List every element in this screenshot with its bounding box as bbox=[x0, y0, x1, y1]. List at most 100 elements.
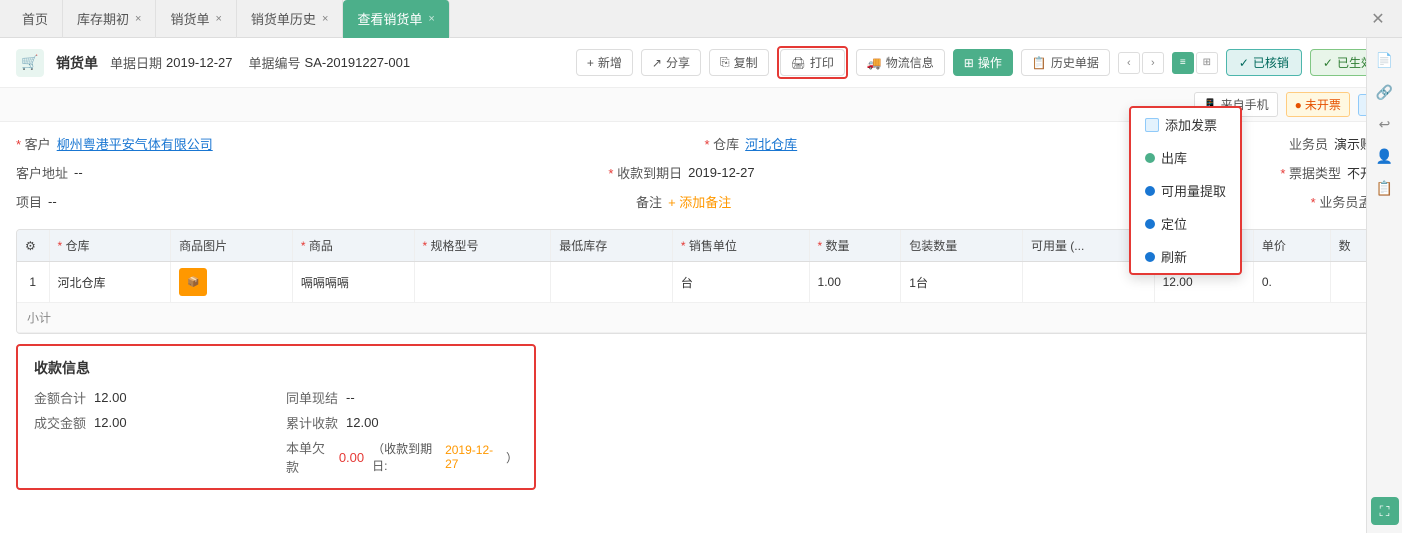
warehouse-group: 仓库 河北仓库 bbox=[704, 134, 797, 153]
td-qty: 1.00 bbox=[809, 262, 901, 303]
td-product-img: 📦 bbox=[171, 262, 293, 303]
copy-icon: ⎘ bbox=[720, 55, 730, 70]
deal-amount-value: 12.00 bbox=[94, 415, 127, 430]
project-label: 项目 bbox=[16, 192, 42, 211]
window-close-button[interactable]: ✕ bbox=[1362, 3, 1394, 35]
tab-home[interactable]: 首页 bbox=[8, 0, 63, 38]
td-unit: 台 bbox=[672, 262, 809, 303]
print-button[interactable]: 🖨 打印 bbox=[780, 49, 845, 76]
operation-button[interactable]: ⊞ 操作 bbox=[953, 49, 1013, 76]
order-arrears-note: （收款到期日: bbox=[372, 440, 437, 474]
add-invoice-item[interactable]: 添加发票 bbox=[1131, 108, 1240, 141]
td-spec bbox=[414, 262, 551, 303]
print-icon: 🖨 bbox=[791, 56, 806, 70]
add-note-button[interactable]: + 添加备注 bbox=[668, 192, 731, 211]
th-product-img: 商品图片 bbox=[171, 230, 293, 262]
share-button[interactable]: ↗ 分享 bbox=[641, 49, 701, 76]
list-view-button[interactable]: ≡ bbox=[1172, 52, 1194, 74]
doc-number-item: 单据编号 SA-20191227-001 bbox=[249, 53, 411, 72]
add-invoice-label: 添加发票 bbox=[1165, 115, 1217, 134]
deal-amount-row: 成交金额 12.00 bbox=[34, 413, 266, 432]
th-spec: 规格型号 bbox=[414, 230, 551, 262]
next-button[interactable]: › bbox=[1142, 52, 1164, 74]
sidebar-doc-button[interactable]: 📄 bbox=[1371, 46, 1399, 74]
locate-item[interactable]: 定位 bbox=[1131, 207, 1240, 240]
ticket-type-label: 票据类型 bbox=[1280, 163, 1341, 182]
sidebar-user-button[interactable]: 👤 bbox=[1371, 142, 1399, 170]
tab-view-sales[interactable]: 查看销货单 × bbox=[343, 0, 449, 38]
doc-meta: 单据日期 2019-12-27 单据编号 SA-20191227-001 bbox=[110, 53, 410, 72]
prev-button[interactable]: ‹ bbox=[1118, 52, 1140, 74]
tab-close-view[interactable]: × bbox=[428, 13, 434, 25]
order-arrears-row: 本单欠款 0.00 （收款到期日: 2019-12-27 ） bbox=[286, 438, 518, 476]
customer-label: 客户 bbox=[16, 134, 51, 153]
quantity-pick-dot-icon bbox=[1145, 186, 1155, 196]
refresh-dot-icon bbox=[1145, 252, 1155, 262]
tab-close-sales[interactable]: × bbox=[215, 13, 221, 25]
order-arrears-date: 2019-12-27 bbox=[445, 443, 498, 471]
warehouse-value[interactable]: 河北仓库 bbox=[745, 134, 797, 153]
cancelled-button[interactable]: ✓ 已核销 bbox=[1226, 49, 1302, 76]
sidebar-link-button[interactable]: 🔗 bbox=[1371, 78, 1399, 106]
payment-info-box: 收款信息 金额合计 12.00 同单现结 -- 成交金额 12.00 累计收款 … bbox=[16, 344, 536, 490]
doc-date-value: 2019-12-27 bbox=[166, 55, 233, 70]
history-icon: 📋 bbox=[1032, 56, 1047, 70]
th-product: 商品 bbox=[292, 230, 414, 262]
tab-bar: 首页 库存期初 × 销货单 × 销货单历史 × 查看销货单 × ✕ bbox=[0, 0, 1402, 38]
new-button[interactable]: + + 新增 新增 bbox=[576, 49, 633, 76]
refresh-item[interactable]: 刷新 bbox=[1131, 240, 1240, 273]
tab-close-inventory[interactable]: × bbox=[135, 13, 141, 25]
th-pack-qty: 包装数量 bbox=[901, 230, 1023, 262]
payment-info-title: 收款信息 bbox=[34, 358, 518, 378]
tab-close-history[interactable]: × bbox=[322, 13, 328, 25]
tab-inventory-init[interactable]: 库存期初 × bbox=[63, 0, 156, 38]
amount-total-label: 金额合计 bbox=[34, 388, 86, 407]
project-value: -- bbox=[48, 194, 57, 209]
td-seq: 1 bbox=[17, 262, 49, 303]
invoice-icon bbox=[1145, 118, 1159, 132]
doc-number-label: 单据编号 bbox=[249, 53, 301, 72]
delivery-item[interactable]: 出库 bbox=[1131, 141, 1240, 174]
logistics-button[interactable]: 🚚 物流信息 bbox=[856, 49, 945, 76]
project-group: 项目 -- bbox=[16, 192, 57, 211]
doc-title-area: 🛒 销货单 单据日期 2019-12-27 单据编号 SA-20191227-0… bbox=[16, 49, 576, 77]
sidebar-list-button[interactable]: 📋 bbox=[1371, 174, 1399, 202]
right-sidebar: 📄 🔗 ↩ 👤 📋 ⛶ bbox=[1366, 38, 1402, 533]
th-settings: ⚙ bbox=[17, 230, 49, 262]
doc-number-value: SA-20191227-001 bbox=[305, 55, 411, 70]
tab-sales-order[interactable]: 销货单 × bbox=[156, 0, 236, 38]
quantity-pick-item[interactable]: 可用量提取 bbox=[1131, 174, 1240, 207]
cumulative-receipt-value: 12.00 bbox=[346, 415, 379, 430]
copy-button[interactable]: ⎘ 复制 bbox=[709, 49, 769, 76]
address-group: 客户地址 -- bbox=[16, 163, 83, 182]
address-label: 客户地址 bbox=[16, 163, 68, 182]
check-icon-effective: ✓ bbox=[1323, 56, 1333, 70]
toolbar-right: + + 新增 新增 ↗ 分享 ⎘ 复制 🖨 打印 bbox=[576, 46, 1386, 79]
sidebar-return-button[interactable]: ↩ bbox=[1371, 110, 1399, 138]
same-order-settle-value: -- bbox=[346, 390, 355, 405]
tab-sales-history[interactable]: 销货单历史 × bbox=[237, 0, 343, 38]
not-opened-button[interactable]: ● 未开票 bbox=[1286, 92, 1350, 117]
customer-group: 客户 柳州粤港平安气体有限公司 bbox=[16, 134, 213, 153]
address-value: -- bbox=[74, 165, 83, 180]
td-unit-price: 0. bbox=[1253, 262, 1330, 303]
share-icon: ↗ bbox=[652, 56, 662, 70]
print-highlight: 🖨 打印 bbox=[777, 46, 848, 79]
operation-dropdown: 添加发票 出库 可用量提取 定位 刷新 bbox=[1129, 106, 1242, 275]
th-min-stock: 最低库存 bbox=[551, 230, 673, 262]
sidebar-expand-button[interactable]: ⛶ bbox=[1371, 497, 1399, 525]
history-button[interactable]: 📋 历史单据 bbox=[1021, 49, 1110, 76]
nav-arrows: ‹ › bbox=[1118, 52, 1164, 74]
customer-value[interactable]: 柳州粤港平安气体有限公司 bbox=[57, 134, 213, 153]
grid-view-button[interactable]: ⊞ bbox=[1196, 52, 1218, 74]
check-icon-cancelled: ✓ bbox=[1239, 56, 1249, 70]
td-min-stock bbox=[551, 262, 673, 303]
new-icon: + bbox=[587, 56, 594, 70]
quantity-pick-label: 可用量提取 bbox=[1161, 181, 1226, 200]
sales-order-icon: 🛒 bbox=[21, 54, 38, 71]
sales-rep-label: 业务员孟 bbox=[1311, 192, 1372, 211]
doc-date-label: 单据日期 bbox=[110, 53, 162, 72]
th-warehouse: 仓库 bbox=[49, 230, 171, 262]
main-content: 🛒 销货单 单据日期 2019-12-27 单据编号 SA-20191227-0… bbox=[0, 38, 1402, 533]
order-arrears-label: 本单欠款 bbox=[286, 438, 331, 476]
